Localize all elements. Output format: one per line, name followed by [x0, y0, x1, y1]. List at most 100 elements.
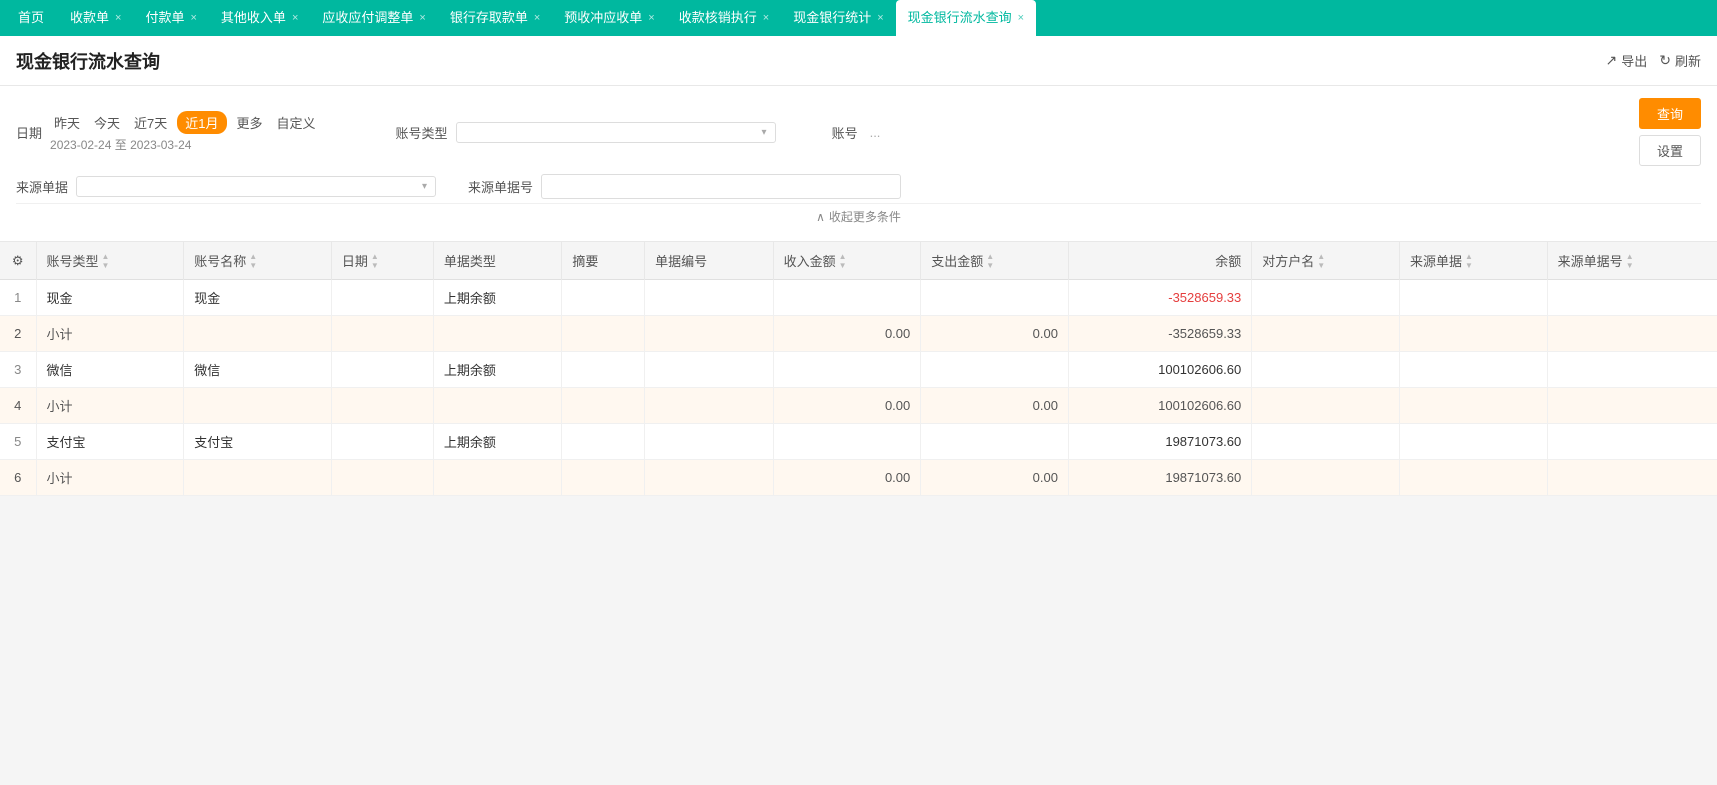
nav-tab-prepay-offset[interactable]: 预收冲应收单 × — [552, 0, 666, 36]
cell-account-type: 小计 — [36, 316, 184, 352]
cell-expense — [921, 424, 1069, 460]
account-type-select[interactable]: ▾ — [456, 122, 776, 143]
col-balance[interactable]: 余额 — [1068, 242, 1251, 280]
table-row: 1 现金 现金 上期余额 -3528659.33 — [0, 280, 1717, 316]
cell-source-doc-no — [1547, 424, 1717, 460]
col-counterparty[interactable]: 对方户名 ▲▼ — [1252, 242, 1400, 280]
sort-account-name: ▲▼ — [249, 252, 257, 270]
col-account-type[interactable]: 账号类型 ▲▼ — [36, 242, 184, 280]
col-expense[interactable]: 支出金额 ▲▼ — [921, 242, 1069, 280]
shortcut-7days[interactable]: 近7天 — [130, 111, 171, 134]
cell-summary — [562, 316, 645, 352]
cell-doc-no — [645, 316, 773, 352]
shortcut-custom[interactable]: 自定义 — [273, 111, 320, 134]
close-payments-tab[interactable]: × — [190, 0, 196, 36]
account-filter: 账号 ... — [832, 121, 885, 144]
shortcut-more[interactable]: 更多 — [233, 111, 267, 134]
col-settings[interactable]: ⚙ — [0, 242, 36, 280]
col-income[interactable]: 收入金额 ▲▼ — [773, 242, 921, 280]
col-source-doc-no[interactable]: 来源单据号 ▲▼ — [1547, 242, 1717, 280]
shortcut-yesterday[interactable]: 昨天 — [50, 111, 84, 134]
query-button[interactable]: 查询 — [1639, 98, 1701, 129]
source-doc-filter: 来源单据 ▾ — [16, 176, 436, 197]
close-cash-bank-stats-tab[interactable]: × — [877, 0, 883, 36]
sort-source-doc-no: ▲▼ — [1626, 252, 1634, 270]
cell-balance: 19871073.60 — [1068, 460, 1251, 496]
cell-account-type: 微信 — [36, 352, 184, 388]
account-more-button[interactable]: ... — [866, 121, 885, 144]
col-date[interactable]: 日期 ▲▼ — [331, 242, 433, 280]
close-prepay-offset-tab[interactable]: × — [648, 0, 654, 36]
nav-tab-cash-bank-flow[interactable]: 现金银行流水查询 × — [896, 0, 1036, 36]
nav-tab-other-income[interactable]: 其他收入单 × — [209, 0, 310, 36]
cell-source-doc — [1399, 280, 1547, 316]
sort-date: ▲▼ — [371, 252, 379, 270]
close-receipts-tab[interactable]: × — [115, 0, 121, 36]
sort-source-doc: ▲▼ — [1465, 252, 1473, 270]
cell-counterparty — [1252, 280, 1400, 316]
top-navigation: 首页 收款单 × 付款单 × 其他收入单 × 应收应付调整单 × 银行存取款单 … — [0, 0, 1717, 36]
source-doc-chevron: ▾ — [422, 181, 427, 192]
page-header: 现金银行流水查询 ↗ 导出 ↻ 刷新 — [0, 36, 1717, 86]
cell-income: 0.00 — [773, 388, 921, 424]
cell-doc-no — [645, 388, 773, 424]
gear-icon: ⚙ — [12, 253, 24, 268]
date-range-display: 2023-02-24 至 2023-03-24 — [50, 136, 320, 153]
cell-balance: -3528659.33 — [1068, 280, 1251, 316]
cell-summary — [562, 460, 645, 496]
nav-tab-ar-ap-adjust[interactable]: 应收应付调整单 × — [310, 0, 437, 36]
cell-doc-type — [433, 388, 561, 424]
cell-doc-type — [433, 460, 561, 496]
nav-tab-payments[interactable]: 付款单 × — [133, 0, 208, 36]
cell-num: 1 — [0, 280, 36, 316]
col-doc-type[interactable]: 单据类型 — [433, 242, 561, 280]
cell-source-doc — [1399, 460, 1547, 496]
shortcut-1month[interactable]: 近1月 — [177, 111, 226, 134]
cell-account-type: 现金 — [36, 280, 184, 316]
cell-counterparty — [1252, 424, 1400, 460]
col-source-doc[interactable]: 来源单据 ▲▼ — [1399, 242, 1547, 280]
shortcut-today[interactable]: 今天 — [90, 111, 124, 134]
table-area: ⚙ 账号类型 ▲▼ 账号名称 ▲▼ 日期 — [0, 242, 1717, 496]
cell-income: 0.00 — [773, 316, 921, 352]
cell-income: 0.00 — [773, 460, 921, 496]
cell-counterparty — [1252, 316, 1400, 352]
close-bank-deposit-tab[interactable]: × — [534, 0, 540, 36]
refresh-button[interactable]: ↻ 刷新 — [1659, 51, 1701, 70]
cell-date — [331, 316, 433, 352]
nav-tab-bank-deposit[interactable]: 银行存取款单 × — [438, 0, 552, 36]
cell-doc-no — [645, 424, 773, 460]
nav-tab-collection-exec[interactable]: 收款核销执行 × — [667, 0, 781, 36]
top-right-actions: 查询 设置 — [1639, 98, 1701, 166]
cell-account-name: 支付宝 — [184, 424, 332, 460]
nav-home[interactable]: 首页 — [4, 0, 58, 36]
source-doc-select[interactable]: ▾ — [76, 176, 436, 197]
close-other-income-tab[interactable]: × — [292, 0, 298, 36]
collapse-filter-bar[interactable]: ∧ 收起更多条件 — [16, 203, 1701, 229]
cell-expense — [921, 280, 1069, 316]
cell-account-name — [184, 316, 332, 352]
nav-tab-cash-bank-stats[interactable]: 现金银行统计 × — [781, 0, 895, 36]
cell-summary — [562, 280, 645, 316]
close-ar-ap-tab[interactable]: × — [419, 0, 425, 36]
settings-button[interactable]: 设置 — [1639, 135, 1701, 166]
cell-balance: 100102606.60 — [1068, 352, 1251, 388]
close-cash-bank-flow-tab[interactable]: × — [1018, 0, 1024, 36]
collapse-label: 收起更多条件 — [829, 208, 901, 225]
nav-tab-receipts[interactable]: 收款单 × — [58, 0, 133, 36]
cell-num: 2 — [0, 316, 36, 352]
cell-doc-type: 上期余额 — [433, 352, 561, 388]
col-account-name[interactable]: 账号名称 ▲▼ — [184, 242, 332, 280]
col-summary[interactable]: 摘要 — [562, 242, 645, 280]
export-button[interactable]: ↗ 导出 — [1606, 51, 1648, 70]
cell-account-type: 支付宝 — [36, 424, 184, 460]
close-collection-exec-tab[interactable]: × — [763, 0, 769, 36]
source-doc-num-input[interactable] — [541, 174, 901, 199]
cell-source-doc — [1399, 424, 1547, 460]
cell-summary — [562, 424, 645, 460]
cell-summary — [562, 388, 645, 424]
cell-date — [331, 460, 433, 496]
col-doc-no[interactable]: 单据编号 — [645, 242, 773, 280]
account-label: 账号 — [832, 123, 858, 142]
cell-expense: 0.00 — [921, 460, 1069, 496]
